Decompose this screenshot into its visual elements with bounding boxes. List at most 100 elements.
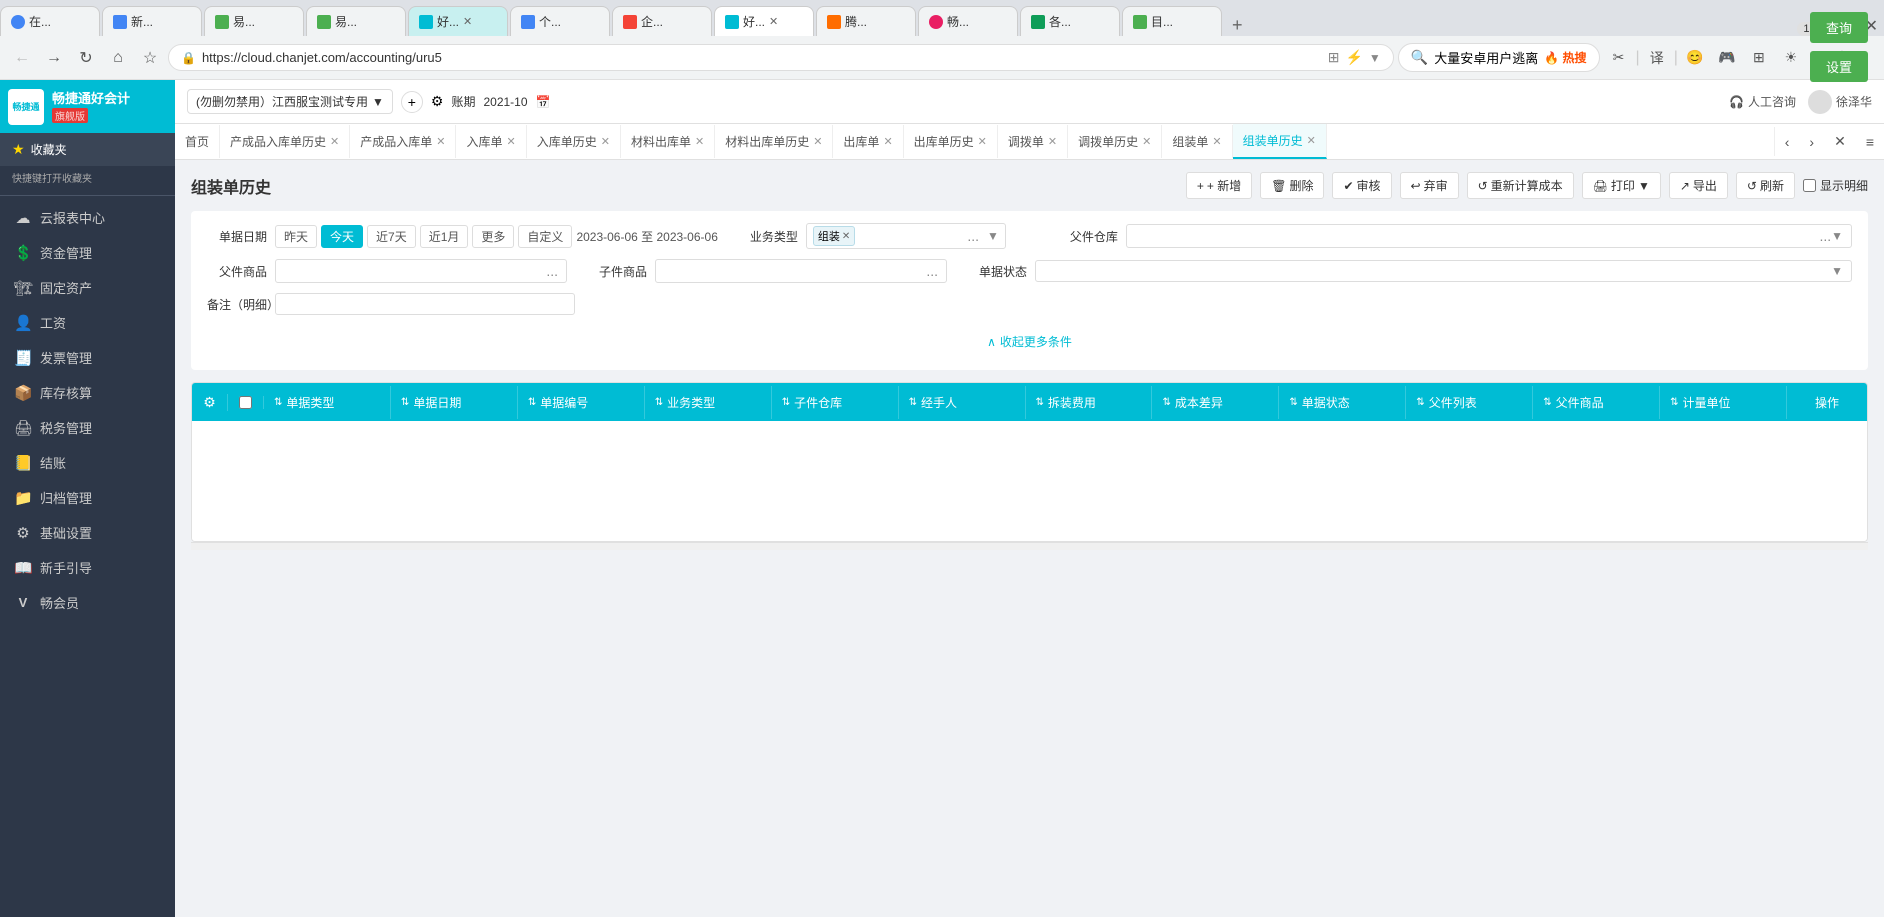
last-month-btn[interactable]: 近1月 bbox=[420, 225, 469, 248]
nav-tab-close-1[interactable]: ✕ bbox=[330, 135, 339, 148]
browser-tab-2[interactable]: 新... bbox=[102, 6, 202, 36]
sidebar-collection[interactable]: ★ 收藏夹 bbox=[0, 133, 175, 166]
column-settings-icon[interactable]: ⚙ bbox=[203, 394, 216, 411]
biz-type-dropdown[interactable]: ▼ bbox=[987, 229, 999, 243]
company-selector[interactable]: (勿删勿禁用）江西服宝测试专用 ▼ bbox=[187, 89, 393, 114]
sidebar-item-membership[interactable]: V 畅会员 bbox=[0, 585, 175, 620]
last7-btn[interactable]: 近7天 bbox=[367, 225, 416, 248]
browser-tab-11[interactable]: 各... bbox=[1020, 6, 1120, 36]
sidebar-item-invoice[interactable]: 🧾 发票管理 bbox=[0, 340, 175, 375]
sort-icon-biz[interactable]: ⇅ bbox=[655, 397, 663, 408]
tabs-close-current[interactable]: ✕ bbox=[1824, 127, 1856, 156]
nav-tab-close-8[interactable]: ✕ bbox=[978, 135, 987, 148]
search-bar[interactable]: 🔍 大量安卓用户逃离 🔥 热搜 bbox=[1398, 43, 1600, 72]
nav-tab-close-2[interactable]: ✕ bbox=[436, 135, 445, 148]
parent-goods-input[interactable]: ... bbox=[275, 259, 567, 283]
sidebar-item-cloud-reports[interactable]: ☁ 云报表中心 bbox=[0, 200, 175, 235]
sort-icon-child-wh[interactable]: ⇅ bbox=[782, 397, 790, 408]
browser-tab-4[interactable]: 易... bbox=[306, 6, 406, 36]
tabs-prev-arrow[interactable]: ‹ bbox=[1775, 128, 1800, 156]
nav-tab-close-3[interactable]: ✕ bbox=[507, 135, 516, 148]
translate-icon[interactable]: 译 bbox=[1642, 43, 1672, 73]
user-menu[interactable]: 徐泽华 bbox=[1808, 90, 1872, 114]
parent-warehouse-dropdown[interactable]: ▼ bbox=[1831, 229, 1843, 243]
delete-button[interactable]: 🗑 删除 bbox=[1260, 172, 1324, 199]
period-selector[interactable]: 账期 2021-10 📅 bbox=[451, 93, 550, 110]
reload-button[interactable]: ↻ bbox=[72, 44, 100, 72]
sort-icon-status[interactable]: ⇅ bbox=[1289, 397, 1297, 408]
nav-tab-home[interactable]: 首页 bbox=[175, 125, 220, 158]
browser-tab-6[interactable]: 个... bbox=[510, 6, 610, 36]
service-button[interactable]: 🎧 人工咨询 bbox=[1729, 93, 1796, 110]
nav-tab-material-out[interactable]: 材料出库单 ✕ bbox=[621, 125, 715, 158]
parent-warehouse-more[interactable]: ... bbox=[1819, 228, 1831, 244]
nav-tab-close-10[interactable]: ✕ bbox=[1142, 135, 1151, 148]
sidebar-item-guide[interactable]: 📖 新手引导 bbox=[0, 550, 175, 585]
sidebar-item-fixed-assets[interactable]: 🏗 固定资产 bbox=[0, 270, 175, 305]
sidebar-item-tax[interactable]: 🖨 税务管理 bbox=[0, 410, 175, 445]
sidebar-item-settings[interactable]: ⚙ 基础设置 bbox=[0, 515, 175, 550]
child-goods-more[interactable]: ... bbox=[926, 263, 938, 279]
bottom-scrollbar[interactable] bbox=[191, 542, 1868, 550]
biz-type-input[interactable]: 组装 ✕ ... ▼ bbox=[806, 223, 1006, 249]
nav-tab-close-11[interactable]: ✕ bbox=[1212, 135, 1221, 148]
show-detail-checkbox[interactable]: 显示明细 bbox=[1803, 177, 1868, 194]
nav-tab-close-7[interactable]: ✕ bbox=[883, 135, 892, 148]
sort-icon-cost[interactable]: ⇅ bbox=[1162, 397, 1170, 408]
sort-icon-unit[interactable]: ⇅ bbox=[1670, 397, 1678, 408]
nav-tab-out-history[interactable]: 出库单历史 ✕ bbox=[904, 125, 998, 158]
emoji-icon[interactable]: 😊 bbox=[1680, 43, 1710, 73]
audit-button[interactable]: ✔ 审核 bbox=[1332, 172, 1391, 199]
order-status-dropdown[interactable]: ▼ bbox=[1831, 264, 1843, 278]
parent-warehouse-input[interactable]: ... ▼ bbox=[1126, 224, 1852, 248]
child-goods-input[interactable]: ... bbox=[655, 259, 947, 283]
settings-button[interactable]: ⚙ bbox=[431, 93, 444, 110]
nav-tab-assembly-history[interactable]: 组装单历史 ✕ bbox=[1233, 124, 1327, 159]
sort-icon-number[interactable]: ⇅ bbox=[528, 397, 536, 408]
brightness-icon[interactable]: ☀ bbox=[1776, 43, 1806, 73]
browser-tab-8[interactable]: 好... ✕ bbox=[714, 6, 814, 36]
nav-tab-transfer-history[interactable]: 调拨单历史 ✕ bbox=[1068, 125, 1162, 158]
back-button[interactable]: ← bbox=[8, 44, 36, 72]
game-icon[interactable]: 🎮 bbox=[1712, 43, 1742, 73]
order-status-input[interactable]: ▼ bbox=[1035, 260, 1852, 282]
tab-close-8[interactable]: ✕ bbox=[769, 15, 778, 28]
sort-icon-fee[interactable]: ⇅ bbox=[1036, 397, 1044, 408]
nav-tab-finished-in[interactable]: 产成品入库单 ✕ bbox=[350, 125, 456, 158]
add-company-button[interactable]: + bbox=[401, 91, 423, 113]
custom-date-btn[interactable]: 自定义 bbox=[518, 225, 572, 248]
tabs-more-menu[interactable]: ≡ bbox=[1856, 128, 1884, 156]
tag-close-biz-type[interactable]: ✕ bbox=[842, 231, 850, 242]
collapse-bar[interactable]: ∧ 收起更多条件 bbox=[207, 325, 1852, 358]
browser-tab-9[interactable]: 腾... bbox=[816, 6, 916, 36]
note-input[interactable] bbox=[275, 293, 575, 315]
sidebar-item-funds[interactable]: 💲 资金管理 bbox=[0, 235, 175, 270]
nav-tab-close-9[interactable]: ✕ bbox=[1048, 135, 1057, 148]
show-detail-input[interactable] bbox=[1803, 179, 1816, 192]
nav-tab-out[interactable]: 出库单 ✕ bbox=[833, 125, 903, 158]
th-checkbox[interactable] bbox=[228, 396, 264, 409]
browser-tab-10[interactable]: 畅... bbox=[918, 6, 1018, 36]
new-tab-button[interactable]: + bbox=[1224, 15, 1251, 36]
abandon-button[interactable]: ↩ 弃审 bbox=[1400, 172, 1459, 199]
url-bar[interactable]: 🔒 https://cloud.chanjet.com/accounting/u… bbox=[168, 44, 1394, 71]
home-button[interactable]: ⌂ bbox=[104, 44, 132, 72]
th-column-settings[interactable]: ⚙ bbox=[192, 394, 228, 411]
sidebar-item-archive[interactable]: 📁 归档管理 bbox=[0, 480, 175, 515]
url-dropdown-icon[interactable]: ▼ bbox=[1369, 51, 1381, 65]
forward-button[interactable]: → bbox=[40, 44, 68, 72]
yesterday-btn[interactable]: 昨天 bbox=[275, 225, 317, 248]
nav-tab-close-12[interactable]: ✕ bbox=[1307, 134, 1316, 147]
sidebar-item-salary[interactable]: 👤 工资 bbox=[0, 305, 175, 340]
more-date-btn[interactable]: 更多 bbox=[472, 225, 514, 248]
parent-goods-more[interactable]: ... bbox=[546, 263, 558, 279]
nav-tab-material-out-history[interactable]: 材料出库单历史 ✕ bbox=[715, 125, 833, 158]
sort-icon-parent-list[interactable]: ⇅ bbox=[1416, 397, 1424, 408]
nav-tab-transfer[interactable]: 调拨单 ✕ bbox=[998, 125, 1068, 158]
sidebar-item-checkout[interactable]: 📒 结账 bbox=[0, 445, 175, 480]
refresh-button[interactable]: ↺ 刷新 bbox=[1736, 172, 1795, 199]
grid-icon[interactable]: ⊞ bbox=[1744, 43, 1774, 73]
today-btn[interactable]: 今天 bbox=[321, 225, 363, 248]
browser-tab-7[interactable]: 企... bbox=[612, 6, 712, 36]
browser-tab-5[interactable]: 好... ✕ bbox=[408, 6, 508, 36]
